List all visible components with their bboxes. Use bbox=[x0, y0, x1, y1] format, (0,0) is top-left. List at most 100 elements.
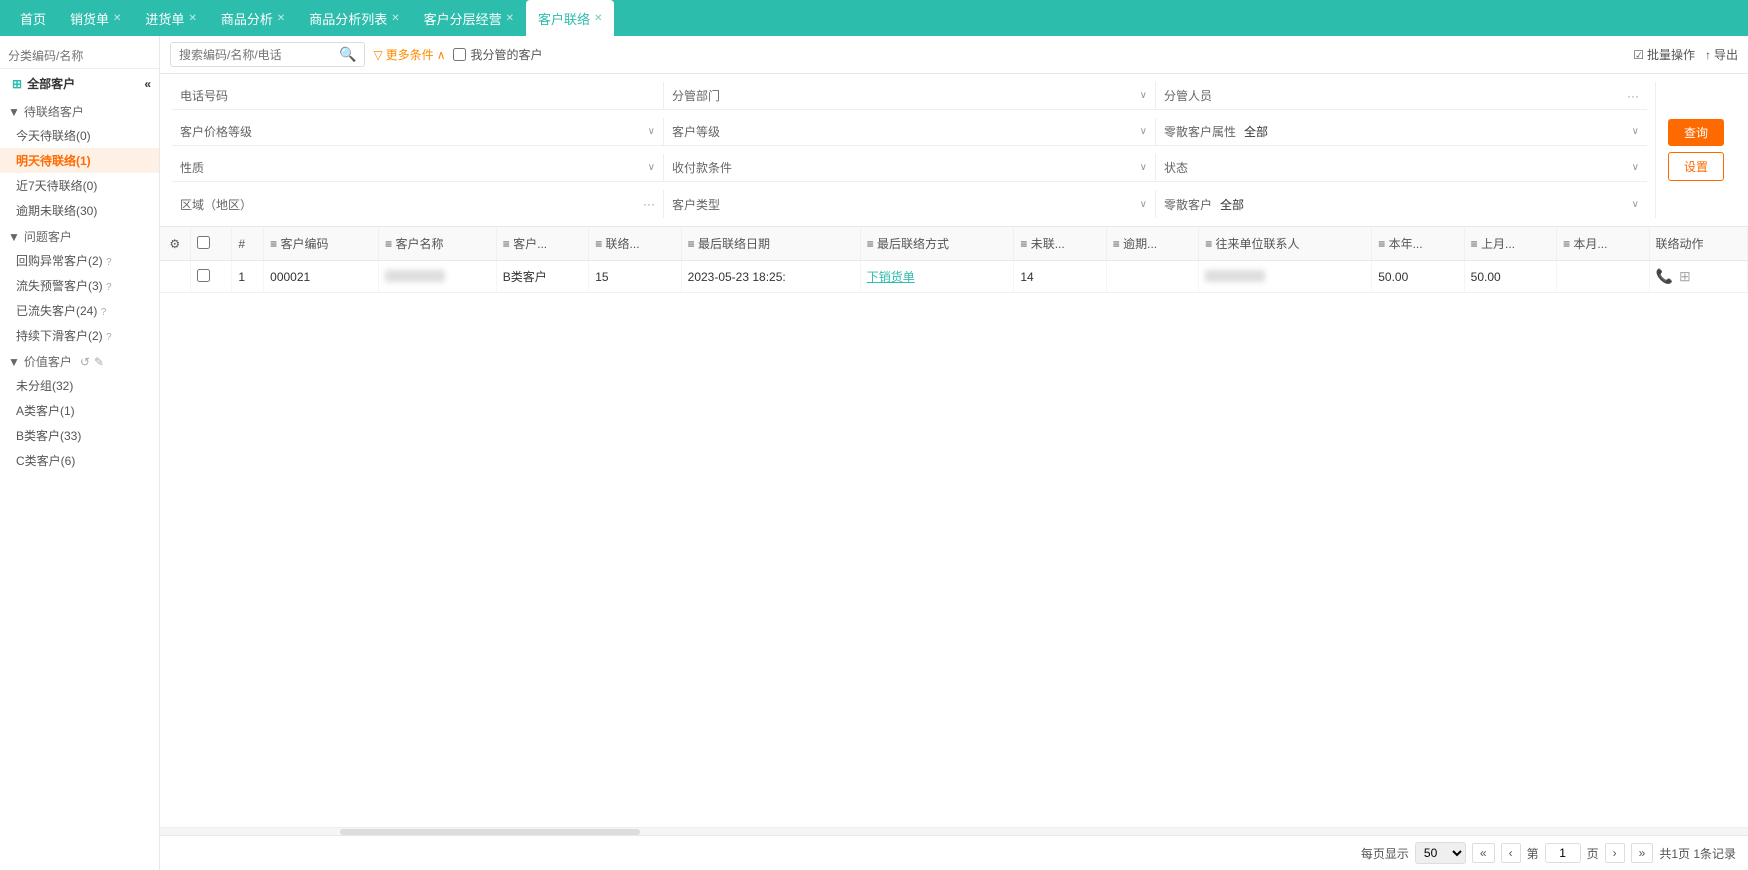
problem-arrow: ▼ bbox=[8, 230, 20, 244]
sidebar-item-ungrouped[interactable]: 未分组(32) bbox=[0, 373, 159, 398]
checkbox-icon: ☑ bbox=[1633, 48, 1644, 62]
search-input[interactable] bbox=[179, 48, 339, 62]
sidebar-item-today[interactable]: 今天待联络(0) bbox=[0, 123, 159, 148]
nature-select[interactable]: ∨ bbox=[212, 162, 655, 173]
query-btn[interactable]: 查询 bbox=[1668, 119, 1724, 146]
th-overdue[interactable]: ≡ 逾期... bbox=[1106, 227, 1198, 261]
collapse-icon[interactable]: « bbox=[144, 77, 151, 91]
status-label: 状态 bbox=[1164, 159, 1188, 176]
nav-close-sales[interactable]: ✕ bbox=[113, 13, 121, 24]
nav-customer-contact[interactable]: 客户联络 ✕ bbox=[526, 0, 614, 36]
my-customers-checkbox[interactable] bbox=[453, 48, 466, 61]
price-level-label: 客户价格等级 bbox=[180, 123, 252, 140]
th-gear[interactable]: ⚙ bbox=[160, 227, 190, 261]
status-select[interactable]: ∨ bbox=[1196, 162, 1639, 173]
retail-attr-select[interactable]: 全部 ∨ bbox=[1244, 123, 1639, 140]
sidebar-item-tomorrow[interactable]: 明天待联络(1) bbox=[0, 148, 159, 173]
nav-product-analysis[interactable]: 商品分析 ✕ bbox=[209, 0, 297, 36]
filter-cell-status: 状态 ∨ bbox=[1156, 154, 1647, 182]
sidebar-item-abnormal-repurchase[interactable]: 回购异常客户(2) ? bbox=[0, 248, 159, 273]
toolbar: 🔍 ▽ 更多条件 ∧ 我分管的客户 ☑ 批量操作 ↑ 导出 bbox=[160, 36, 1748, 74]
horizontal-scrollbar[interactable] bbox=[160, 827, 1748, 835]
phone-input[interactable] bbox=[236, 89, 655, 103]
sidebar-group-value[interactable]: ▼ 价值客户 ↺ ✎ bbox=[0, 348, 159, 373]
retail-chevron-icon: ∨ bbox=[1632, 199, 1639, 210]
customer-level-select[interactable]: ∨ bbox=[728, 126, 1147, 137]
nav-close-product-list[interactable]: ✕ bbox=[391, 13, 399, 24]
sidebar-item-class-b[interactable]: B类客户(33) bbox=[0, 423, 159, 448]
settings-btn[interactable]: 设置 bbox=[1668, 152, 1724, 181]
filter-icon: ▽ bbox=[373, 48, 382, 62]
nav-close-product-analysis[interactable]: ✕ bbox=[277, 13, 285, 24]
td-last-contact-method[interactable]: 下销货单 bbox=[860, 261, 1014, 293]
th-contact-count[interactable]: ≡ 联络... bbox=[589, 227, 681, 261]
per-page-select[interactable]: 50 100 200 bbox=[1415, 842, 1466, 864]
next-page-btn[interactable]: › bbox=[1605, 843, 1625, 863]
manager-dots-icon[interactable]: ··· bbox=[1627, 89, 1639, 103]
th-last-contact-method[interactable]: ≡ 最后联络方式 bbox=[860, 227, 1014, 261]
customer-type-select[interactable]: ∨ bbox=[728, 199, 1147, 210]
th-this-year[interactable]: ≡ 本年... bbox=[1372, 227, 1464, 261]
sidebar-item-churned[interactable]: 已流失客户(24) ? bbox=[0, 298, 159, 323]
dept-select[interactable]: ∨ bbox=[728, 90, 1147, 101]
nav-sales[interactable]: 销货单 ✕ bbox=[58, 0, 133, 36]
row-checkbox[interactable] bbox=[197, 269, 210, 282]
edit-icon[interactable]: ✎ bbox=[94, 355, 104, 369]
sidebar-group-pending[interactable]: ▼ 待联络客户 bbox=[0, 98, 159, 123]
first-page-btn[interactable]: « bbox=[1472, 843, 1495, 863]
th-customer-code[interactable]: ≡ 客户编码 bbox=[264, 227, 379, 261]
region-dots-icon[interactable]: ··· bbox=[643, 197, 655, 211]
more-filter-btn[interactable]: ▽ 更多条件 ∧ bbox=[373, 46, 445, 63]
select-all-checkbox[interactable] bbox=[197, 236, 210, 249]
nav-customer-tier[interactable]: 客户分层经营 ✕ bbox=[412, 0, 526, 36]
sidebar-all-customers[interactable]: ⊞ 全部客户 « bbox=[0, 69, 159, 98]
filter-cell-manager: 分管人员 ··· bbox=[1156, 82, 1647, 110]
phone-action-icon[interactable]: 📞 bbox=[1656, 268, 1673, 285]
nav-close-customer-contact[interactable]: ✕ bbox=[594, 13, 602, 24]
sidebar-item-overdue[interactable]: 逾期未联络(30) bbox=[0, 198, 159, 223]
sidebar-group-problem[interactable]: ▼ 问题客户 bbox=[0, 223, 159, 248]
filter-cell-customer-type: 客户类型 ∨ bbox=[664, 190, 1156, 218]
th-action: 联络动作 bbox=[1649, 227, 1748, 261]
nav-close-purchase[interactable]: ✕ bbox=[188, 13, 196, 24]
search-icon[interactable]: 🔍 bbox=[339, 46, 356, 63]
toolbar-right: ☑ 批量操作 ↑ 导出 bbox=[1633, 46, 1738, 63]
batch-op-btn[interactable]: ☑ 批量操作 bbox=[1633, 46, 1695, 63]
refresh-icon[interactable]: ↺ bbox=[80, 355, 90, 369]
page-number-input[interactable] bbox=[1545, 843, 1581, 863]
retail-select[interactable]: 全部 ∨ bbox=[1220, 196, 1639, 213]
sidebar-item-7days[interactable]: 近7天待联络(0) bbox=[0, 173, 159, 198]
pending-label: 待联络客户 bbox=[24, 103, 84, 120]
sidebar-search-input[interactable] bbox=[8, 49, 160, 63]
batch-op-label: 批量操作 bbox=[1647, 46, 1695, 63]
th-this-month[interactable]: ≡ 本月... bbox=[1557, 227, 1649, 261]
my-customers-checkbox-label[interactable]: 我分管的客户 bbox=[453, 46, 542, 63]
sidebar-item-class-a[interactable]: A类客户(1) bbox=[0, 398, 159, 423]
contact-method-link[interactable]: 下销货单 bbox=[867, 270, 915, 284]
td-action: 📞 ⊞ bbox=[1649, 261, 1748, 293]
sidebar-item-class-c[interactable]: C类客户(6) bbox=[0, 448, 159, 473]
nav-close-customer-tier[interactable]: ✕ bbox=[506, 13, 514, 24]
th-uncontacted[interactable]: ≡ 未联... bbox=[1014, 227, 1106, 261]
filter-cell-nature: 性质 ∨ bbox=[172, 154, 664, 182]
nav-home[interactable]: 首页 bbox=[8, 0, 58, 36]
price-level-select[interactable]: ∨ bbox=[260, 126, 655, 137]
export-btn[interactable]: ↑ 导出 bbox=[1705, 46, 1738, 63]
payment-select[interactable]: ∨ bbox=[740, 162, 1147, 173]
filter-cell-retail: 零散客户 全部 ∨ bbox=[1156, 190, 1647, 218]
value-label: 价值客户 bbox=[24, 353, 72, 370]
problem-label: 问题客户 bbox=[24, 228, 72, 245]
value-arrow: ▼ bbox=[8, 355, 20, 369]
nav-product-list[interactable]: 商品分析列表 ✕ bbox=[297, 0, 411, 36]
more-action-icon[interactable]: ⊞ bbox=[1679, 268, 1691, 285]
th-customer-name[interactable]: ≡ 客户名称 bbox=[379, 227, 497, 261]
sidebar-item-declining[interactable]: 持续下滑客户(2) ? bbox=[0, 323, 159, 348]
th-customer-type[interactable]: ≡ 客户... bbox=[496, 227, 588, 261]
th-unit-contact[interactable]: ≡ 往来单位联系人 bbox=[1199, 227, 1372, 261]
th-last-contact-date[interactable]: ≡ 最后联络日期 bbox=[681, 227, 860, 261]
last-page-btn[interactable]: » bbox=[1631, 843, 1654, 863]
prev-page-btn[interactable]: ‹ bbox=[1501, 843, 1521, 863]
sidebar-item-churn-warning[interactable]: 流失预警客户(3) ? bbox=[0, 273, 159, 298]
nav-purchase[interactable]: 进货单 ✕ bbox=[133, 0, 208, 36]
th-last-month[interactable]: ≡ 上月... bbox=[1464, 227, 1556, 261]
